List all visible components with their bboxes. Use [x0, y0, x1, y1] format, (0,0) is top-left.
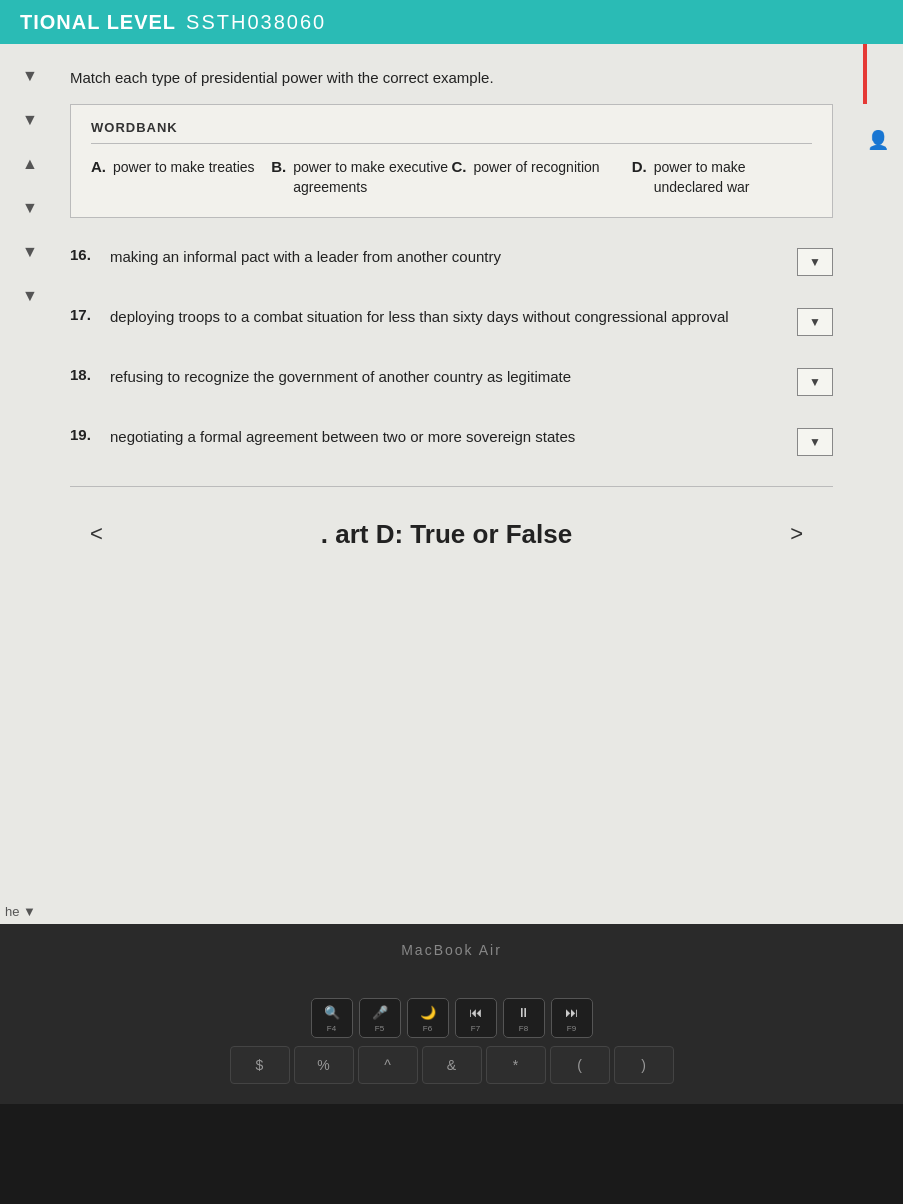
chevron-down-icon-17: ▼	[809, 315, 821, 329]
rewind-icon: ⏮	[469, 1005, 482, 1020]
moon-icon: 🌙	[420, 1005, 436, 1020]
symbol-keys-row: $ % ^ & * ( )	[230, 1046, 674, 1084]
key-f5[interactable]: 🎤 F5	[359, 998, 401, 1038]
dropdown-19[interactable]: ▼	[797, 428, 833, 456]
dropdown-18[interactable]: ▼	[797, 368, 833, 396]
laptop-bottom: MacBook Air 🔍 F4 🎤 F5 🌙 F6 ⏮ F7 ⏸ F8 ⏭ F…	[0, 924, 903, 1104]
wb-letter-c: C.	[452, 158, 470, 175]
key-f4[interactable]: 🔍 F4	[311, 998, 353, 1038]
key-f8[interactable]: ⏸ F8	[503, 998, 545, 1038]
key-asterisk[interactable]: *	[486, 1046, 546, 1084]
dropdown-17[interactable]: ▼	[797, 308, 833, 336]
mic-icon: 🎤	[372, 1005, 388, 1020]
question-text-16: making an informal pact with a leader fr…	[110, 246, 787, 269]
chevron-down-icon-18: ▼	[809, 375, 821, 389]
wordbank-item-d: D. power to make undeclared war	[632, 158, 812, 197]
key-close-paren[interactable]: )	[614, 1046, 674, 1084]
header-bar: TIONAL LEVEL SSTH038060	[0, 0, 903, 44]
part-label: . art D: True or False	[321, 519, 572, 550]
wordbank-item-b: B. power to make executive agreements	[271, 158, 451, 197]
question-text-17: deploying troops to a combat situation f…	[110, 306, 787, 329]
question-text-19: negotiating a formal agreement between t…	[110, 426, 787, 449]
key-dollar[interactable]: $	[230, 1046, 290, 1084]
search-icon: 🔍	[324, 1005, 340, 1020]
left-sidebar: ▼ ▼ ▲ ▼ ▼ ▼	[0, 44, 60, 924]
question-number-18: 18.	[70, 366, 100, 383]
wordbank-box: WORDBANK A. power to make treaties B. po…	[70, 104, 833, 218]
header-title: TIONAL LEVEL	[20, 11, 176, 34]
header-code: SSTH038060	[186, 11, 326, 34]
question-row-17: 17. deploying troops to a combat situati…	[70, 306, 833, 336]
instruction-text: Match each type of presidential power wi…	[70, 69, 833, 86]
question-row-16: 16. making an informal pact with a leade…	[70, 246, 833, 276]
right-sidebar: 👤	[853, 44, 903, 924]
sidebar-arrow-4[interactable]: ▼	[18, 196, 42, 220]
nav-bottom: < . art D: True or False >	[70, 507, 833, 566]
chevron-down-icon-19: ▼	[809, 435, 821, 449]
key-f7[interactable]: ⏮ F7	[455, 998, 497, 1038]
content-area: Match each type of presidential power wi…	[60, 44, 853, 924]
he-partial-label: he ▼	[5, 904, 36, 919]
key-f9[interactable]: ⏭ F9	[551, 998, 593, 1038]
wb-text-d: power to make undeclared war	[654, 158, 812, 197]
key-ampersand[interactable]: &	[422, 1046, 482, 1084]
red-accent-bar	[863, 44, 867, 104]
question-number-19: 19.	[70, 426, 100, 443]
wb-text-c: power of recognition	[474, 158, 600, 178]
key-open-paren[interactable]: (	[550, 1046, 610, 1084]
section-divider	[70, 486, 833, 487]
wb-text-a: power to make treaties	[113, 158, 255, 178]
key-percent[interactable]: %	[294, 1046, 354, 1084]
user-icon[interactable]: 👤	[867, 129, 889, 151]
sidebar-arrow-5[interactable]: ▼	[18, 240, 42, 264]
dropdown-16[interactable]: ▼	[797, 248, 833, 276]
chevron-down-icon-16: ▼	[809, 255, 821, 269]
wordbank-title: WORDBANK	[91, 120, 812, 144]
wordbank-item-a: A. power to make treaties	[91, 158, 271, 178]
wb-letter-d: D.	[632, 158, 650, 175]
wb-text-b: power to make executive agreements	[293, 158, 451, 197]
wb-letter-b: B.	[271, 158, 289, 175]
wordbank-item-c: C. power of recognition	[452, 158, 632, 178]
question-text-18: refusing to recognize the government of …	[110, 366, 787, 389]
question-row-19: 19. negotiating a formal agreement betwe…	[70, 426, 833, 456]
sidebar-arrow-3[interactable]: ▲	[18, 152, 42, 176]
sidebar-arrow-6[interactable]: ▼	[18, 284, 42, 308]
key-caret[interactable]: ^	[358, 1046, 418, 1084]
macbook-brand: MacBook Air	[401, 942, 502, 958]
next-nav-button[interactable]: >	[780, 517, 813, 551]
question-number-16: 16.	[70, 246, 100, 263]
main-content: ▼ ▼ ▲ ▼ ▼ ▼ Match each type of president…	[0, 44, 903, 924]
fastforward-icon: ⏭	[565, 1005, 578, 1020]
question-row-18: 18. refusing to recognize the government…	[70, 366, 833, 396]
sidebar-arrow-2[interactable]: ▼	[18, 108, 42, 132]
pause-icon: ⏸	[517, 1005, 530, 1020]
keyboard-row: 🔍 F4 🎤 F5 🌙 F6 ⏮ F7 ⏸ F8 ⏭ F9	[311, 998, 593, 1038]
key-f6[interactable]: 🌙 F6	[407, 998, 449, 1038]
sidebar-arrow-1[interactable]: ▼	[18, 64, 42, 88]
question-number-17: 17.	[70, 306, 100, 323]
wb-letter-a: A.	[91, 158, 109, 175]
wordbank-options: A. power to make treaties B. power to ma…	[91, 158, 812, 197]
prev-nav-button[interactable]: <	[80, 517, 113, 551]
